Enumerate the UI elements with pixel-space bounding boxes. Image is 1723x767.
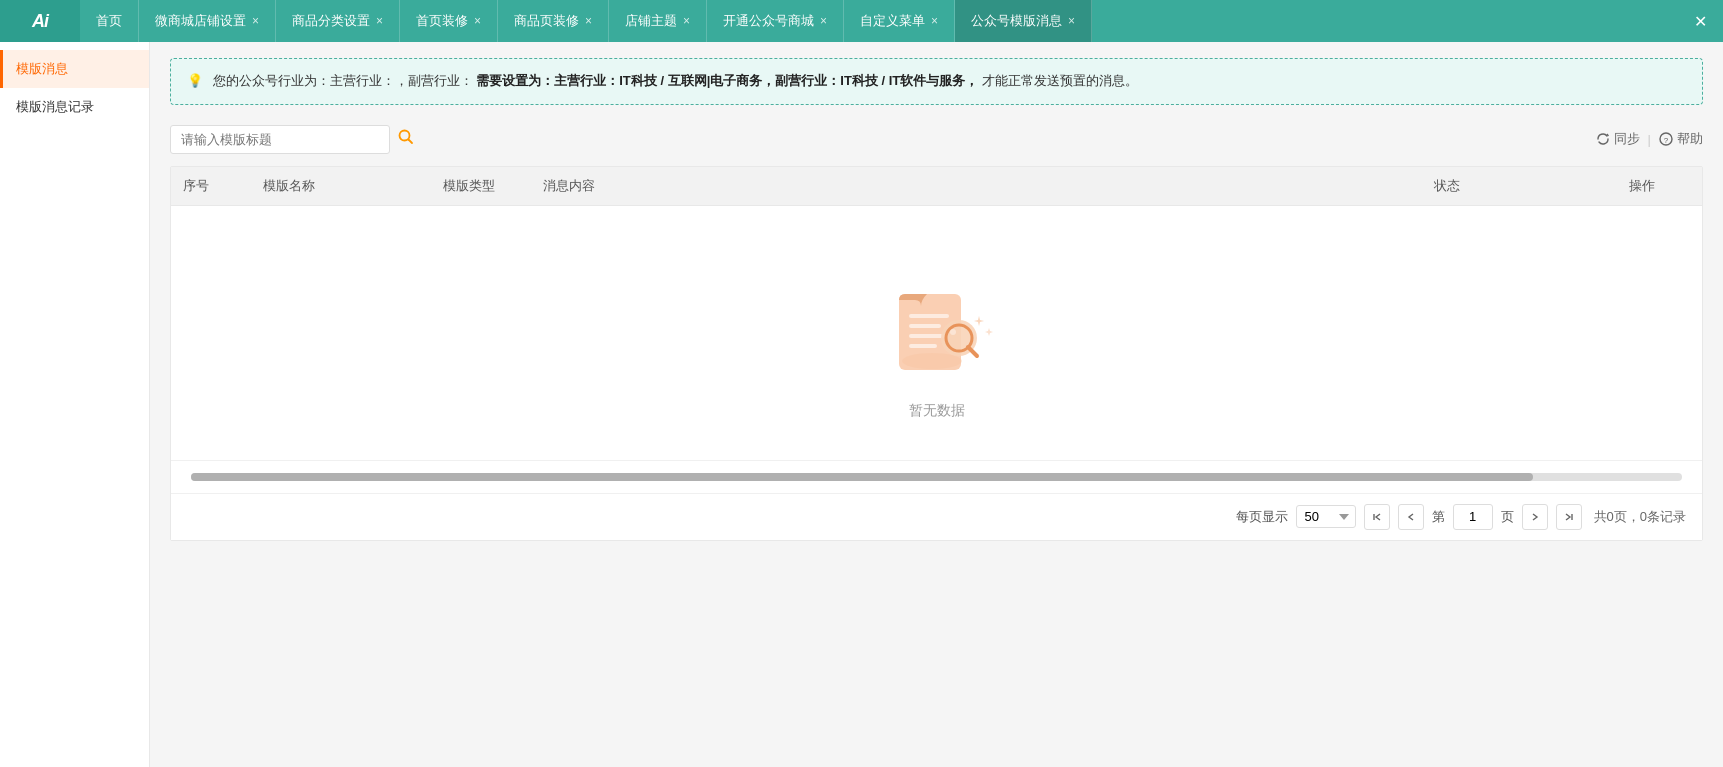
nav-tab-close-weshop[interactable]: ×	[252, 15, 259, 27]
search-bar: 同步 | ? 帮助	[170, 125, 1703, 154]
next-page-button[interactable]	[1522, 504, 1548, 530]
svg-rect-6	[909, 314, 949, 318]
horizontal-scrollbar[interactable]	[191, 473, 1682, 481]
th-type: 模版类型	[431, 167, 531, 205]
notice-suffix: 才能正常发送预置的消息。	[982, 73, 1138, 88]
last-page-button[interactable]	[1556, 504, 1582, 530]
notice-icon: 💡	[187, 73, 203, 88]
divider: |	[1648, 132, 1651, 147]
nav-tab-weshop[interactable]: 微商城店铺设置 ×	[139, 0, 276, 42]
first-page-icon	[1372, 512, 1382, 522]
th-seq: 序号	[171, 167, 251, 205]
nav-tab-home[interactable]: 首页	[80, 0, 139, 42]
last-page-icon	[1564, 512, 1574, 522]
nav-tab-label-custom-menu: 自定义菜单	[860, 12, 925, 30]
search-left	[170, 125, 414, 154]
nav-tab-label-open-mall: 开通公众号商城	[723, 12, 814, 30]
total-info: 共0页，0条记录	[1594, 508, 1686, 526]
nav-tab-category[interactable]: 商品分类设置 ×	[276, 0, 400, 42]
prev-page-icon	[1406, 512, 1416, 522]
svg-rect-8	[909, 334, 945, 338]
search-input[interactable]	[170, 125, 390, 154]
sync-label: 同步	[1614, 130, 1640, 148]
page-size-select[interactable]: 50 10 20 100	[1296, 505, 1356, 528]
sidebar-item-template-msg[interactable]: 模版消息	[0, 50, 149, 88]
nav-tab-label-home: 首页	[96, 12, 122, 30]
page-unit: 页	[1501, 508, 1514, 526]
empty-illustration	[877, 266, 997, 386]
nav-tab-label-shop-theme: 店铺主题	[625, 12, 677, 30]
nav-tab-label-category: 商品分类设置	[292, 12, 370, 30]
first-page-button[interactable]	[1364, 504, 1390, 530]
next-page-icon	[1530, 512, 1540, 522]
nav-tab-label-homepage-decor: 首页装修	[416, 12, 468, 30]
page-word: 第	[1432, 508, 1445, 526]
nav-tab-close-open-mall[interactable]: ×	[820, 15, 827, 27]
nav-tab-close-homepage-decor[interactable]: ×	[474, 15, 481, 27]
notice-highlight: 需要设置为：主营行业：IT科技 / 互联网|电子商务，副营行业：IT科技 / I…	[476, 73, 978, 88]
sidebar-item-template-msg-log[interactable]: 模版消息记录	[0, 88, 149, 126]
notice-prefix: 您的公众号行业为：主营行业：，副营行业：	[213, 73, 473, 88]
table-container: 序号 模版名称 模版类型 消息内容 状态 操作	[170, 166, 1703, 541]
empty-text: 暂无数据	[909, 402, 965, 420]
th-name: 模版名称	[251, 167, 431, 205]
pagination: 每页显示 50 10 20 100	[171, 493, 1702, 540]
nav-tab-custom-menu[interactable]: 自定义菜单 ×	[844, 0, 955, 42]
scrollbar-area	[171, 460, 1702, 493]
svg-line-1	[409, 140, 413, 144]
search-button[interactable]	[398, 129, 414, 149]
svg-text:?: ?	[1664, 136, 1669, 145]
top-nav: Ai 首页微商城店铺设置×商品分类设置×首页装修×商品页装修×店铺主题×开通公众…	[0, 0, 1723, 42]
app-logo: Ai	[0, 0, 80, 42]
th-action: 操作	[1582, 167, 1702, 205]
nav-tab-label-weshop: 微商城店铺设置	[155, 12, 246, 30]
nav-tab-product-decor[interactable]: 商品页装修 ×	[498, 0, 609, 42]
sync-button[interactable]: 同步	[1596, 130, 1640, 148]
sidebar: 模版消息模版消息记录	[0, 42, 150, 767]
global-close-button[interactable]: ✕	[1678, 12, 1723, 31]
nav-tab-template-msg[interactable]: 公众号模版消息 ×	[955, 0, 1092, 42]
scrollbar-thumb	[191, 473, 1533, 481]
help-icon: ?	[1659, 132, 1673, 146]
th-status: 状态	[1422, 167, 1582, 205]
search-right: 同步 | ? 帮助	[1596, 130, 1703, 148]
nav-tab-close-category[interactable]: ×	[376, 15, 383, 27]
notice-banner: 💡 您的公众号行业为：主营行业：，副营行业： 需要设置为：主营行业：IT科技 /…	[170, 58, 1703, 105]
sync-icon	[1596, 132, 1610, 146]
nav-tab-label-product-decor: 商品页装修	[514, 12, 579, 30]
th-content: 消息内容	[531, 167, 1422, 205]
help-button[interactable]: ? 帮助	[1659, 130, 1703, 148]
nav-tab-close-shop-theme[interactable]: ×	[683, 15, 690, 27]
table-header: 序号 模版名称 模版类型 消息内容 状态 操作	[171, 167, 1702, 206]
nav-tab-close-custom-menu[interactable]: ×	[931, 15, 938, 27]
nav-tab-label-template-msg: 公众号模版消息	[971, 12, 1062, 30]
page-size-label: 每页显示	[1236, 508, 1288, 526]
help-label: 帮助	[1677, 130, 1703, 148]
nav-tab-homepage-decor[interactable]: 首页装修 ×	[400, 0, 498, 42]
nav-tab-open-mall[interactable]: 开通公众号商城 ×	[707, 0, 844, 42]
svg-rect-7	[909, 324, 941, 328]
search-icon	[398, 129, 414, 145]
empty-state: 暂无数据	[171, 206, 1702, 460]
page-number-input[interactable]	[1453, 504, 1493, 530]
prev-page-button[interactable]	[1398, 504, 1424, 530]
svg-point-13	[950, 329, 956, 335]
nav-tab-close-product-decor[interactable]: ×	[585, 15, 592, 27]
nav-tab-close-template-msg[interactable]: ×	[1068, 15, 1075, 27]
svg-rect-9	[909, 344, 937, 348]
main-layout: 模版消息模版消息记录 💡 您的公众号行业为：主营行业：，副营行业： 需要设置为：…	[0, 42, 1723, 767]
content-area: 💡 您的公众号行业为：主营行业：，副营行业： 需要设置为：主营行业：IT科技 /…	[150, 42, 1723, 767]
nav-tab-shop-theme[interactable]: 店铺主题 ×	[609, 0, 707, 42]
